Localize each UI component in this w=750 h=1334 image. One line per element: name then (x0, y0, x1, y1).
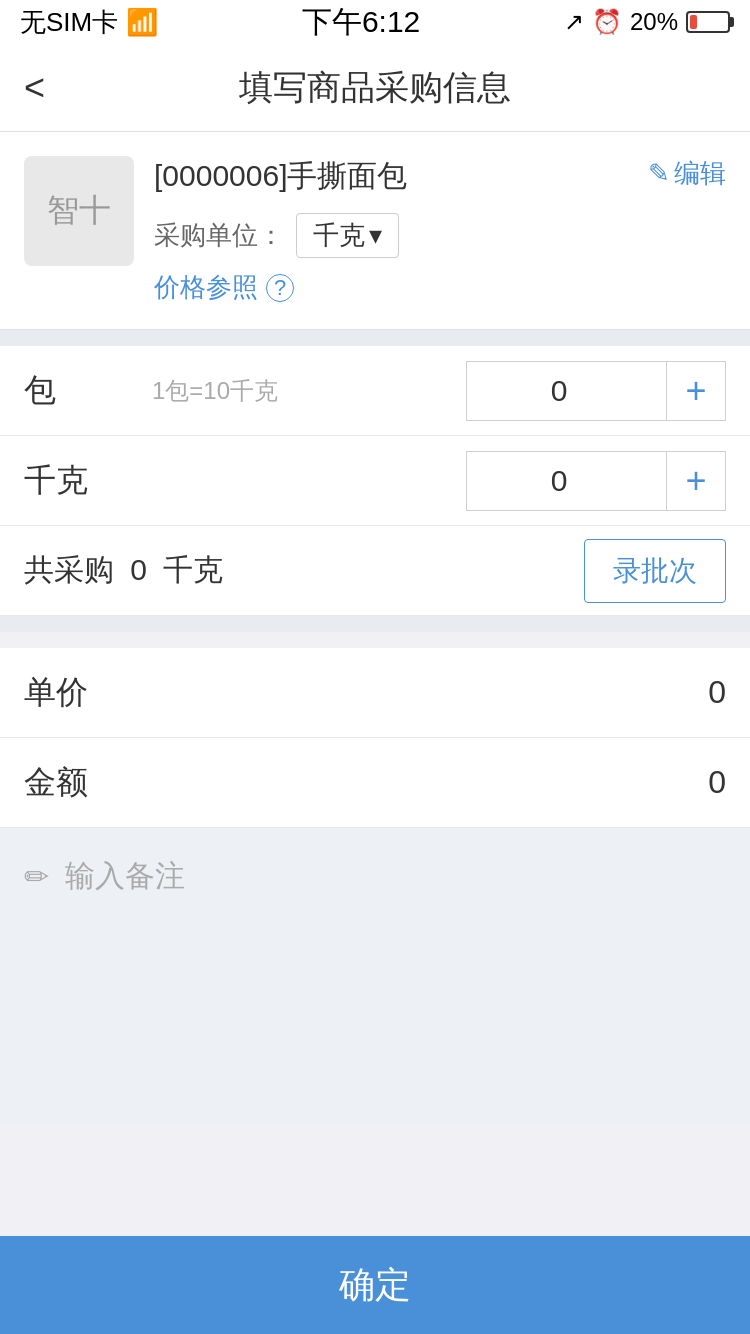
bag-label: 包 (24, 369, 144, 413)
bag-input-row: 包 1包=10千克 + (0, 346, 750, 436)
amount-label: 金额 (24, 761, 88, 805)
amount-value: 0 (708, 764, 726, 801)
total-prefix: 共采购 (24, 553, 114, 586)
amount-row: 金额 0 (0, 738, 750, 828)
kg-plus-button[interactable]: + (666, 451, 726, 511)
status-right: ↗ ⏰ 20% (564, 8, 730, 36)
battery-percent: 20% (630, 8, 678, 36)
product-header: [0000006]手撕面包 ✎ 编辑 (154, 156, 726, 197)
status-left: 无SIM卡 📶 (20, 5, 158, 40)
nav-bar: < 填写商品采购信息 (0, 44, 750, 132)
bag-sub-label: 1包=10千克 (152, 375, 278, 407)
page-title: 填写商品采购信息 (239, 65, 511, 111)
unit-price-label: 单价 (24, 671, 88, 715)
location-icon: ↗ (564, 8, 584, 36)
product-logo: 智十 (47, 189, 111, 233)
product-image: 智十 (24, 156, 134, 266)
product-name: [0000006]手撕面包 (154, 156, 632, 197)
section-divider-2 (0, 616, 750, 632)
carrier-label: 无SIM卡 (20, 5, 118, 40)
product-card: 智十 [0000006]手撕面包 ✎ 编辑 采购单位： 千克 ▾ 价格参照 ? (0, 132, 750, 330)
kg-input[interactable] (466, 451, 666, 511)
purchase-unit-label: 采购单位： (154, 218, 284, 253)
total-label: 共采购 0 千克 (24, 550, 223, 591)
unit-price-row: 单价 0 (0, 648, 750, 738)
note-section[interactable]: ✏ 输入备注 (0, 828, 750, 925)
bottom-filler (0, 925, 750, 1125)
section-divider-1 (0, 330, 750, 346)
bag-input-wrap: + (278, 361, 726, 421)
edit-button[interactable]: ✎ 编辑 (648, 156, 726, 191)
price-ref-row[interactable]: 价格参照 ? (154, 270, 726, 305)
back-button[interactable]: < (24, 67, 45, 109)
confirm-button[interactable]: 确定 (0, 1236, 750, 1334)
wifi-icon: 📶 (126, 7, 158, 38)
note-placeholder: 输入备注 (65, 856, 185, 897)
price-amount-section: 单价 0 金额 0 (0, 648, 750, 828)
battery-icon (686, 11, 730, 33)
batch-button[interactable]: 录批次 (584, 539, 726, 603)
alarm-icon: ⏰ (592, 8, 622, 36)
status-time: 下午6:12 (302, 2, 420, 43)
pencil-icon: ✏ (24, 859, 49, 894)
chevron-down-icon: ▾ (369, 220, 382, 251)
bag-plus-button[interactable]: + (666, 361, 726, 421)
bag-input[interactable] (466, 361, 666, 421)
price-ref-help-icon: ? (266, 274, 294, 302)
total-unit: 千克 (163, 553, 223, 586)
total-row: 共采购 0 千克 录批次 (0, 526, 750, 616)
total-amount: 0 (130, 553, 147, 586)
unit-select[interactable]: 千克 ▾ (296, 213, 399, 258)
edit-icon: ✎ (648, 158, 670, 189)
unit-value: 千克 (313, 218, 365, 253)
input-section: 包 1包=10千克 + 千克 + 共采购 0 千克 录批次 (0, 346, 750, 616)
kg-label: 千克 (24, 459, 144, 503)
battery-fill (690, 15, 697, 29)
price-ref-label: 价格参照 (154, 270, 258, 305)
kg-input-row: 千克 + (0, 436, 750, 526)
status-bar: 无SIM卡 📶 下午6:12 ↗ ⏰ 20% (0, 0, 750, 44)
kg-input-wrap: + (144, 451, 726, 511)
purchase-unit-row: 采购单位： 千克 ▾ (154, 213, 726, 258)
product-info: [0000006]手撕面包 ✎ 编辑 采购单位： 千克 ▾ 价格参照 ? (154, 156, 726, 305)
edit-label: 编辑 (674, 156, 726, 191)
unit-price-value: 0 (708, 674, 726, 711)
